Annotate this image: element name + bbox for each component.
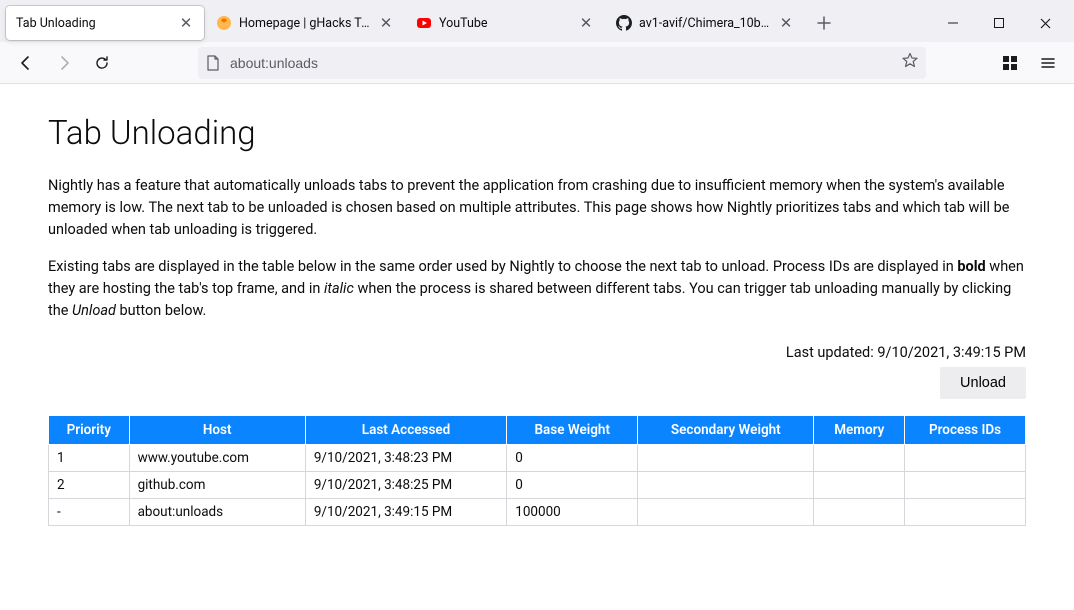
close-icon[interactable]: ✕ — [578, 15, 594, 31]
intro-paragraph-1: Nightly has a feature that automatically… — [48, 175, 1026, 240]
actions-bar: Last updated: 9/10/2021, 3:49:15 PM Unlo… — [48, 344, 1026, 399]
tabs-table: Priority Host Last Accessed Base Weight … — [48, 415, 1026, 526]
cell-host: github.com — [129, 471, 305, 498]
cell-process_ids — [905, 498, 1026, 525]
col-host: Host — [129, 415, 305, 444]
cell-memory — [814, 471, 905, 498]
col-secondary-weight: Secondary Weight — [638, 415, 814, 444]
tab-title: Tab Unloading — [16, 16, 171, 31]
back-button[interactable] — [10, 47, 42, 79]
close-window-button[interactable] — [1022, 7, 1068, 39]
cell-process_ids — [905, 444, 1026, 471]
page-title: Tab Unloading — [48, 114, 1026, 153]
table-row: -about:unloads9/10/2021, 3:49:15 PM10000… — [49, 498, 1026, 525]
col-process-ids: Process IDs — [905, 415, 1026, 444]
menu-button[interactable] — [1032, 47, 1064, 79]
col-priority: Priority — [49, 415, 130, 444]
table-row: 1www.youtube.com9/10/2021, 3:48:23 PM0 — [49, 444, 1026, 471]
intro-paragraph-2: Existing tabs are displayed in the table… — [48, 256, 1026, 321]
cell-priority: 1 — [49, 444, 130, 471]
cell-last_accessed: 9/10/2021, 3:49:15 PM — [305, 498, 506, 525]
minimize-button[interactable] — [930, 7, 976, 39]
cell-secondary_weight — [638, 498, 814, 525]
browser-tab-1[interactable]: Homepage | gHacks Techno ✕ — [206, 6, 404, 40]
close-icon[interactable]: ✕ — [778, 15, 794, 31]
col-memory: Memory — [814, 415, 905, 444]
url-bar[interactable] — [198, 47, 926, 79]
extensions-button[interactable] — [994, 47, 1026, 79]
cell-base_weight: 100000 — [507, 498, 638, 525]
cell-last_accessed: 9/10/2021, 3:48:25 PM — [305, 471, 506, 498]
tab-bar: Tab Unloading ✕ Homepage | gHacks Techno… — [0, 0, 1074, 42]
cell-secondary_weight — [638, 471, 814, 498]
window-controls — [930, 7, 1068, 39]
tab-title: av1-avif/Chimera_10bit_cro — [639, 16, 771, 31]
browser-tab-3[interactable]: av1-avif/Chimera_10bit_cro ✕ — [606, 6, 804, 40]
cell-base_weight: 0 — [507, 444, 638, 471]
close-icon[interactable]: ✕ — [178, 15, 194, 31]
maximize-button[interactable] — [976, 7, 1022, 39]
tab-title: Homepage | gHacks Techno — [239, 16, 371, 31]
browser-tab-0[interactable]: Tab Unloading ✕ — [6, 6, 204, 40]
new-tab-button[interactable] — [810, 9, 838, 37]
toolbar-right — [994, 47, 1064, 79]
toolbar — [0, 42, 1074, 84]
last-updated: Last updated: 9/10/2021, 3:49:15 PM — [786, 344, 1026, 361]
page-icon — [206, 55, 220, 71]
cell-priority: - — [49, 498, 130, 525]
tab-title: YouTube — [439, 16, 571, 31]
table-header-row: Priority Host Last Accessed Base Weight … — [49, 415, 1026, 444]
table-row: 2github.com9/10/2021, 3:48:25 PM0 — [49, 471, 1026, 498]
unload-button[interactable]: Unload — [940, 367, 1026, 399]
ghacks-icon — [216, 15, 232, 31]
youtube-icon — [416, 15, 432, 31]
cell-memory — [814, 498, 905, 525]
close-icon[interactable]: ✕ — [378, 15, 394, 31]
github-icon — [616, 15, 632, 31]
url-input[interactable] — [230, 55, 892, 71]
cell-memory — [814, 444, 905, 471]
col-last-accessed: Last Accessed — [305, 415, 506, 444]
col-base-weight: Base Weight — [507, 415, 638, 444]
browser-tab-2[interactable]: YouTube ✕ — [406, 6, 604, 40]
page-content: Tab Unloading Nightly has a feature that… — [0, 84, 1074, 556]
cell-secondary_weight — [638, 444, 814, 471]
cell-priority: 2 — [49, 471, 130, 498]
cell-last_accessed: 9/10/2021, 3:48:23 PM — [305, 444, 506, 471]
bookmark-star-icon[interactable] — [902, 52, 918, 73]
cell-host: www.youtube.com — [129, 444, 305, 471]
cell-base_weight: 0 — [507, 471, 638, 498]
reload-button[interactable] — [86, 47, 118, 79]
cell-process_ids — [905, 471, 1026, 498]
forward-button[interactable] — [48, 47, 80, 79]
cell-host: about:unloads — [129, 498, 305, 525]
